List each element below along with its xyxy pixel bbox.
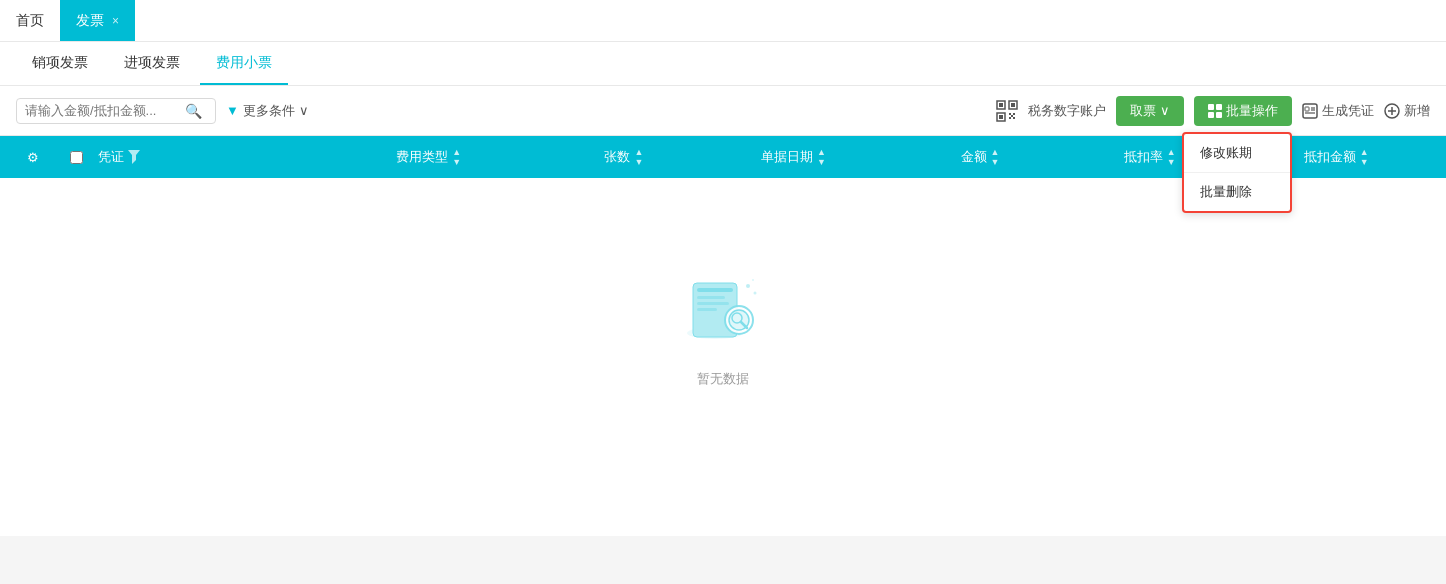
- svg-rect-9: [1013, 117, 1015, 119]
- th-voucher-label: 凭证: [98, 148, 124, 166]
- svg-rect-11: [1208, 104, 1214, 110]
- svg-rect-10: [1011, 115, 1013, 117]
- svg-rect-5: [999, 115, 1003, 119]
- take-ticket-label: 取票: [1130, 102, 1156, 120]
- svg-rect-29: [697, 308, 717, 311]
- empty-text: 暂无数据: [697, 370, 749, 388]
- batch-button[interactable]: 批量操作: [1194, 96, 1292, 126]
- sort-arrows-date: ▲▼: [817, 148, 826, 167]
- svg-rect-12: [1216, 104, 1222, 110]
- filter-icon: ▼: [226, 103, 239, 118]
- batch-wrapper: 批量操作 修改账期 批量删除: [1194, 96, 1292, 126]
- svg-point-35: [754, 292, 757, 295]
- tab-purchase-invoice[interactable]: 进项发票: [108, 42, 196, 85]
- svg-rect-6: [1009, 113, 1011, 115]
- settings-icon[interactable]: ⚙: [27, 150, 39, 165]
- th-count: 张数 ▲▼: [556, 148, 692, 167]
- th-voucher: 凭证: [94, 148, 302, 166]
- th-amount: 金额 ▲▼: [895, 148, 1065, 167]
- tab-sales-label: 销项发票: [32, 54, 88, 72]
- svg-marker-23: [128, 150, 140, 164]
- nav-home[interactable]: 首页: [0, 0, 60, 41]
- sort-arrows-deduct-rate: ▲▼: [1167, 148, 1176, 167]
- svg-rect-13: [1208, 112, 1214, 118]
- sort-arrows-deduct-amount: ▲▼: [1360, 148, 1369, 167]
- batch-label: 批量操作: [1226, 102, 1278, 120]
- toolbar: 🔍 ▼ 更多条件 ∨ 税务数字账户 取票 ∨: [0, 86, 1446, 136]
- take-ticket-chevron: ∨: [1160, 103, 1170, 118]
- filter-chevron: ∨: [299, 103, 309, 118]
- sort-arrows-count: ▲▼: [634, 148, 643, 167]
- filter-button[interactable]: ▼ 更多条件 ∨: [226, 102, 309, 120]
- th-settings: ⚙: [8, 150, 58, 165]
- svg-rect-16: [1305, 107, 1309, 111]
- dropdown-item-batch-delete[interactable]: 批量删除: [1184, 173, 1290, 211]
- qr-button[interactable]: [996, 100, 1018, 122]
- nav-tab-invoices[interactable]: 发票 ×: [60, 0, 135, 41]
- nav-tab-label: 发票: [76, 12, 104, 30]
- svg-rect-28: [697, 302, 729, 305]
- top-nav: 首页 发票 ×: [0, 0, 1446, 42]
- th-expense-type-label: 费用类型: [396, 148, 448, 166]
- add-button[interactable]: 新增: [1384, 102, 1430, 120]
- th-deduct-amount-label: 抵扣金额: [1304, 148, 1356, 166]
- search-icon[interactable]: 🔍: [185, 103, 202, 119]
- th-date-label: 单据日期: [761, 148, 813, 166]
- generate-voucher-button[interactable]: 生成凭证: [1302, 102, 1374, 120]
- sort-arrows-expense: ▲▼: [452, 148, 461, 167]
- select-all-checkbox[interactable]: [70, 151, 83, 164]
- generate-voucher-icon: [1302, 103, 1318, 119]
- svg-rect-26: [697, 288, 733, 292]
- th-checkbox: [58, 151, 94, 164]
- add-label: 新增: [1404, 102, 1430, 120]
- svg-rect-3: [1011, 103, 1015, 107]
- sort-arrows-amount: ▲▼: [991, 148, 1000, 167]
- tab-sales-invoice[interactable]: 销项发票: [16, 42, 104, 85]
- dropdown-item-modify-period[interactable]: 修改账期: [1184, 134, 1290, 173]
- svg-point-36: [752, 279, 754, 281]
- voucher-filter-icon[interactable]: [128, 150, 140, 164]
- generate-voucher-label: 生成凭证: [1322, 102, 1374, 120]
- svg-point-34: [746, 284, 750, 288]
- tab-expense-label: 费用小票: [216, 54, 272, 72]
- filter-label: 更多条件: [243, 102, 295, 120]
- th-amount-label: 金额: [961, 148, 987, 166]
- search-input[interactable]: [25, 103, 185, 118]
- empty-state: 暂无数据: [0, 178, 1446, 428]
- tab-purchase-label: 进项发票: [124, 54, 180, 72]
- svg-rect-1: [999, 103, 1003, 107]
- search-wrapper: 🔍: [16, 98, 216, 124]
- add-icon: [1384, 103, 1400, 119]
- th-deduct-rate-label: 抵扣率: [1124, 148, 1163, 166]
- take-ticket-button[interactable]: 取票 ∨: [1116, 96, 1184, 126]
- tab-expense-receipt[interactable]: 费用小票: [200, 42, 288, 85]
- batch-icon: [1208, 104, 1222, 118]
- toolbar-left: 🔍 ▼ 更多条件 ∨: [16, 98, 986, 124]
- tax-account-button[interactable]: 税务数字账户: [1028, 102, 1106, 120]
- svg-rect-8: [1009, 117, 1011, 119]
- qr-icon: [996, 100, 1018, 122]
- svg-rect-14: [1216, 112, 1222, 118]
- nav-tab-close[interactable]: ×: [112, 14, 119, 28]
- batch-dropdown: 修改账期 批量删除: [1182, 132, 1292, 213]
- empty-illustration: [673, 258, 773, 358]
- svg-rect-7: [1013, 113, 1015, 115]
- svg-rect-27: [697, 296, 725, 299]
- th-count-label: 张数: [604, 148, 630, 166]
- th-date: 单据日期 ▲▼: [692, 148, 896, 167]
- sub-tabs: 销项发票 进项发票 费用小票: [0, 42, 1446, 86]
- th-expense-type: 费用类型 ▲▼: [302, 148, 556, 167]
